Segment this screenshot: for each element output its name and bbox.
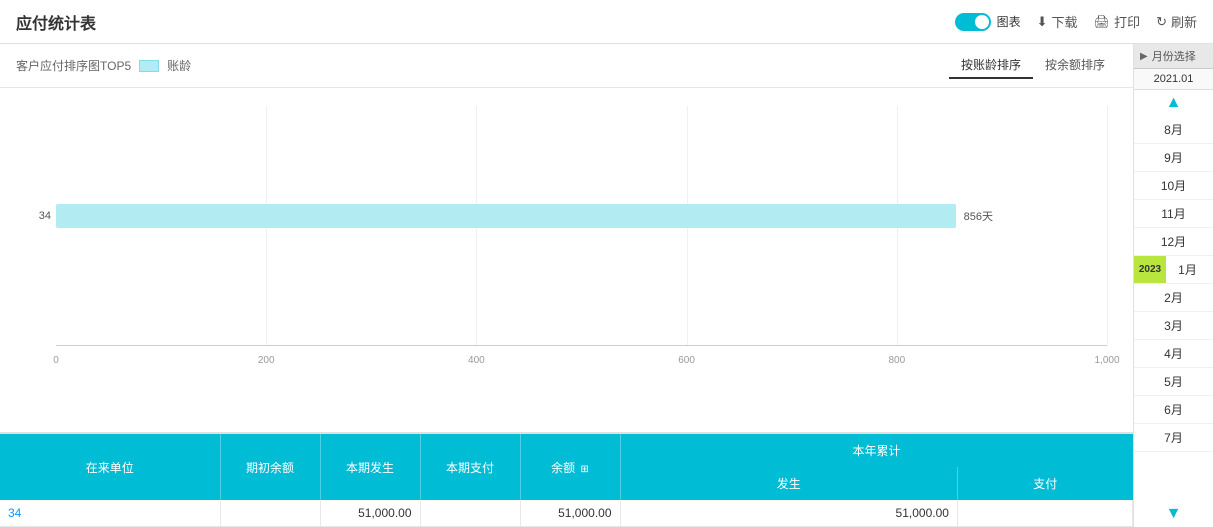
scroll-up-button[interactable]: ▲ <box>1134 90 1213 116</box>
chart-wrapper: 02004006008001,00034856天 <box>16 96 1117 376</box>
download-button[interactable]: ⬇ 下载 <box>1037 12 1078 31</box>
toggle-label: 图表 <box>997 13 1021 30</box>
refresh-label: 刷新 <box>1171 12 1197 31</box>
cell-period-bal <box>220 500 320 527</box>
legend-label: 账龄 <box>167 57 191 74</box>
col-header-balance: 余额 ⊞ <box>520 434 620 500</box>
col-header-ytd: 本年累计 <box>620 434 1133 467</box>
download-label: 下载 <box>1052 12 1078 31</box>
x-axis-label: 800 <box>888 355 905 366</box>
chevron-up-icon: ▲ <box>1166 94 1182 112</box>
print-icon: 🖨 <box>1094 14 1111 30</box>
month-item-12[interactable]: 12月 <box>1134 228 1213 256</box>
month-list: 8月 9月 10月 11月 12月 2023 1月 2月 3月 4月 5月 6月… <box>1134 116 1213 501</box>
x-axis-label: 1,000 <box>1094 355 1119 366</box>
chart-toolbar: 客户应付排序图TOP5 账龄 按账龄排序 按余额排序 <box>0 44 1133 88</box>
cell-ytd-pay <box>957 500 1132 527</box>
arrow-right-icon: ▶ <box>1140 51 1148 62</box>
sidebar-current-date: 2021.01 <box>1134 69 1213 90</box>
chart-toggle-wrap[interactable]: 图表 <box>955 13 1021 31</box>
col-header-current-pay: 本期支付 <box>420 434 520 500</box>
year-badge: 2023 <box>1134 256 1166 283</box>
bar-chart: 02004006008001,00034856天 <box>16 96 1117 376</box>
x-axis-label: 0 <box>53 355 59 366</box>
refresh-button[interactable]: ↻ 刷新 <box>1156 12 1197 31</box>
right-sidebar: ▶ 月份选择 2021.01 ▲ 8月 9月 10月 11月 12月 2023 … <box>1133 44 1213 527</box>
table-row: 34 51,000.00 51,000.00 51,000.00 <box>0 500 1133 527</box>
month-item-7[interactable]: 7月 <box>1134 424 1213 452</box>
refresh-icon: ↻ <box>1156 14 1167 30</box>
month-item-8[interactable]: 8月 <box>1134 116 1213 144</box>
col-header-unit: 在来单位 <box>0 434 220 500</box>
sort-tabs: 按账龄排序 按余额排序 <box>949 52 1117 79</box>
legend-box <box>139 60 159 72</box>
sort-tab-age[interactable]: 按账龄排序 <box>949 52 1033 79</box>
month-item-6[interactable]: 6月 <box>1134 396 1213 424</box>
month-item-4[interactable]: 4月 <box>1134 340 1213 368</box>
col-header-ytd-occur: 发生 <box>620 467 957 500</box>
bar-end-label: 856天 <box>964 208 993 224</box>
month-item-1[interactable]: 2023 1月 <box>1134 256 1213 284</box>
balance-icon: ⊞ <box>580 464 588 475</box>
cell-unit: 34 <box>0 500 220 527</box>
chart-legend: 客户应付排序图TOP5 账龄 <box>16 57 191 74</box>
x-axis-label: 400 <box>468 355 485 366</box>
sort-tab-balance[interactable]: 按余额排序 <box>1033 52 1117 79</box>
col-header-current-occur: 本期发生 <box>320 434 420 500</box>
unit-link[interactable]: 34 <box>8 506 21 520</box>
x-axis-baseline <box>56 345 1107 346</box>
month-item-3[interactable]: 3月 <box>1134 312 1213 340</box>
download-icon: ⬇ <box>1037 14 1048 30</box>
legend-title: 客户应付排序图TOP5 <box>16 57 131 74</box>
sidebar-header: 月份选择 <box>1152 48 1196 64</box>
cell-current-pay <box>420 500 520 527</box>
bar-row: 34856天 <box>56 202 1107 230</box>
month-item-9[interactable]: 9月 <box>1134 144 1213 172</box>
data-table-section: 在来单位 期初余额 本期发生 本期支付 余额 ⊞ 本年累计 发生 <box>0 432 1133 527</box>
data-table: 在来单位 期初余额 本期发生 本期支付 余额 ⊞ 本年累计 发生 <box>0 434 1133 527</box>
grid-line <box>1107 106 1108 346</box>
x-axis-label: 200 <box>258 355 275 366</box>
print-button[interactable]: 🖨 打印 <box>1094 12 1141 31</box>
cell-ytd-occur: 51,000.00 <box>620 500 957 527</box>
header-actions: 图表 ⬇ 下载 🖨 打印 ↻ 刷新 <box>955 12 1197 31</box>
x-axis-label: 600 <box>678 355 695 366</box>
month-item-11[interactable]: 11月 <box>1134 200 1213 228</box>
chart-area: 02004006008001,00034856天 <box>0 88 1133 432</box>
bar-body <box>56 204 956 228</box>
col-header-period-bal: 期初余额 <box>220 434 320 500</box>
month-item-2[interactable]: 2月 <box>1134 284 1213 312</box>
print-label: 打印 <box>1114 12 1140 31</box>
page-title: 应付统计表 <box>16 10 96 34</box>
chevron-down-icon: ▼ <box>1166 505 1182 523</box>
bar-row-label: 34 <box>21 210 51 222</box>
month-item-5[interactable]: 5月 <box>1134 368 1213 396</box>
cell-balance: 51,000.00 <box>520 500 620 527</box>
col-header-ytd-pay: 支付 <box>957 467 1132 500</box>
cell-current-occur: 51,000.00 <box>320 500 420 527</box>
month-item-10[interactable]: 10月 <box>1134 172 1213 200</box>
scroll-down-button[interactable]: ▼ <box>1134 501 1213 527</box>
chart-toggle[interactable] <box>955 13 991 31</box>
bar-chart-inner: 02004006008001,00034856天 <box>56 106 1107 346</box>
